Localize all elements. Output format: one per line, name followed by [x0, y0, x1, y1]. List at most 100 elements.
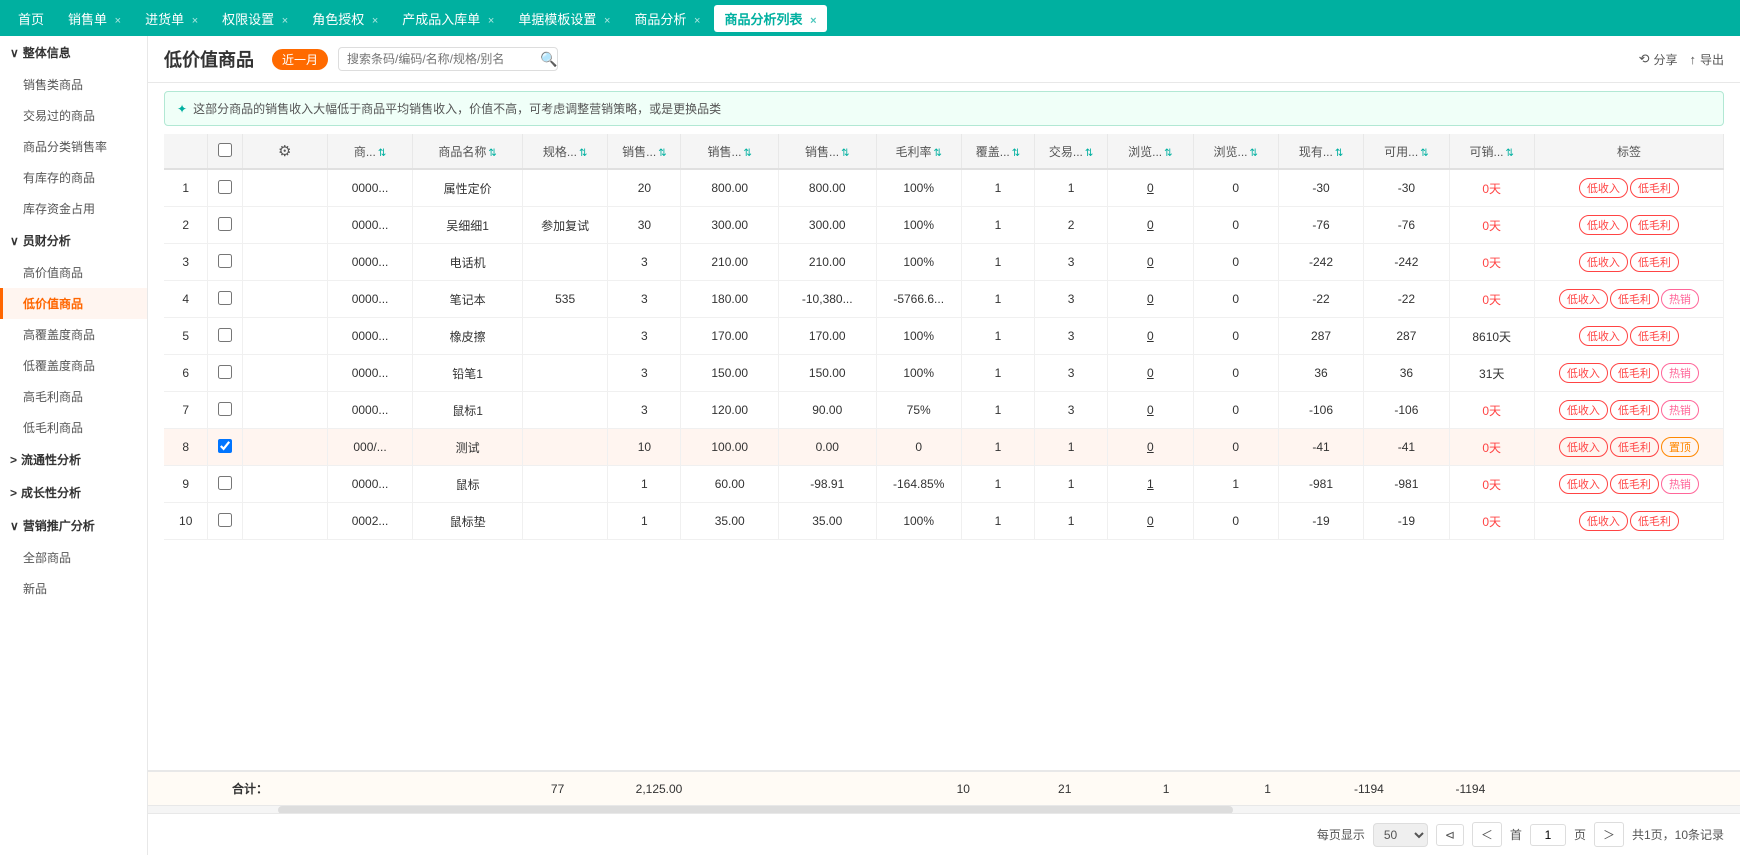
sidebar-item-traded-goods[interactable]: 交易过的商品 — [0, 100, 147, 131]
arrow-icon: > — [10, 453, 17, 467]
row-check[interactable] — [208, 429, 242, 466]
share-button[interactable]: ⟲ 分享 — [1639, 51, 1678, 68]
row-empty — [242, 429, 327, 466]
settings-icon[interactable]: ⚙ — [278, 143, 291, 160]
row-check[interactable] — [208, 392, 242, 429]
row-name: 测试 — [413, 429, 523, 466]
sidebar-group-finance[interactable]: ∨ 员财分析 — [0, 224, 147, 257]
first-page-button[interactable]: ⊲ — [1436, 824, 1464, 846]
next-page-button[interactable]: ＞ — [1594, 822, 1624, 847]
sidebar-item-sales-goods[interactable]: 销售类商品 — [0, 69, 147, 100]
row-check[interactable] — [208, 281, 242, 318]
row-browse1[interactable]: 0 — [1108, 392, 1193, 429]
row-sale-cost: 150.00 — [778, 355, 876, 392]
row-browse1[interactable]: 0 — [1108, 429, 1193, 466]
row-check[interactable] — [208, 244, 242, 281]
row-browse1[interactable]: 1 — [1108, 466, 1193, 503]
filter-tag-button[interactable]: 近一月 — [272, 49, 328, 70]
close-icon[interactable]: × — [694, 15, 700, 27]
sidebar-item-high-coverage[interactable]: 高覆盖度商品 — [0, 319, 147, 350]
row-spec — [522, 503, 607, 540]
select-all-checkbox[interactable] — [218, 143, 232, 157]
row-browse1[interactable]: 0 — [1108, 207, 1193, 244]
sidebar-item-category-sales[interactable]: 商品分类销售率 — [0, 131, 147, 162]
row-browse1[interactable]: 0 — [1108, 281, 1193, 318]
row-browse1[interactable]: 0 — [1108, 355, 1193, 392]
sidebar-item-stock-funds[interactable]: 库存资金占用 — [0, 193, 147, 224]
sidebar-item-high-margin[interactable]: 高毛利商品 — [0, 381, 147, 412]
sidebar-item-low-value[interactable]: 低价值商品 — [0, 288, 147, 319]
nav-sales[interactable]: 销售单 × — [58, 5, 131, 32]
nav-analysis-list[interactable]: 商品分析列表 × — [714, 5, 826, 32]
browse-link[interactable]: 0 — [1147, 218, 1154, 232]
sidebar-item-high-value[interactable]: 高价值商品 — [0, 257, 147, 288]
row-check[interactable] — [208, 466, 242, 503]
browse-link[interactable]: 0 — [1147, 514, 1154, 528]
row-check[interactable] — [208, 207, 242, 244]
sidebar-item-low-margin[interactable]: 低毛利商品 — [0, 412, 147, 443]
close-icon[interactable]: × — [810, 15, 816, 27]
row-stock: -76 — [1278, 207, 1363, 244]
close-icon[interactable]: × — [192, 15, 198, 27]
browse-link[interactable]: 0 — [1147, 366, 1154, 380]
row-sale-qty: 3 — [608, 281, 681, 318]
nav-purchase[interactable]: 进货单 × — [135, 5, 208, 32]
nav-product-in[interactable]: 产成品入库单 × — [392, 5, 504, 32]
row-check[interactable] — [208, 169, 242, 207]
nav-permission[interactable]: 权限设置 × — [212, 5, 298, 32]
row-spec — [522, 318, 607, 355]
sidebar-item-all-goods[interactable]: 全部商品 — [0, 542, 147, 573]
arrow-icon: > — [10, 486, 17, 500]
sidebar-group-marketing[interactable]: ∨ 营销推广分析 — [0, 509, 147, 542]
search-icon[interactable]: 🔍 — [540, 51, 557, 68]
page-input[interactable] — [1530, 824, 1566, 846]
row-name: 鼠标垫 — [413, 503, 523, 540]
browse-link[interactable]: 0 — [1147, 181, 1154, 195]
page-suffix: 页 — [1574, 826, 1586, 843]
row-check[interactable] — [208, 355, 242, 392]
row-browse1[interactable]: 0 — [1108, 503, 1193, 540]
sidebar-group-circulation[interactable]: > 流通性分析 — [0, 443, 147, 476]
total-info: 共1页，10条记录 — [1632, 826, 1724, 843]
close-icon[interactable]: × — [282, 15, 288, 27]
close-icon[interactable]: × — [604, 15, 610, 27]
nav-analysis[interactable]: 商品分析 × — [624, 5, 710, 32]
sidebar-group-growth[interactable]: > 成长性分析 — [0, 476, 147, 509]
browse-link[interactable]: 0 — [1147, 440, 1154, 454]
browse-link[interactable]: 0 — [1147, 329, 1154, 343]
sidebar-item-new-goods[interactable]: 新品 — [0, 573, 147, 604]
arrow-icon: ∨ — [10, 519, 19, 533]
close-icon[interactable]: × — [372, 15, 378, 27]
info-tip: ✦ 这部分商品的销售收入大幅低于商品平均销售收入，价值不高，可考虑调整营销策略，… — [164, 91, 1724, 126]
close-icon[interactable]: × — [115, 15, 121, 27]
row-cover: 1 — [961, 392, 1034, 429]
row-num: 1 — [164, 169, 208, 207]
close-icon[interactable]: × — [488, 15, 494, 27]
row-browse1[interactable]: 0 — [1108, 169, 1193, 207]
browse-link[interactable]: 0 — [1147, 255, 1154, 269]
row-browse1[interactable]: 0 — [1108, 318, 1193, 355]
row-browse2: 1 — [1193, 466, 1278, 503]
sidebar-item-stock-goods[interactable]: 有库存的商品 — [0, 162, 147, 193]
export-button[interactable]: ↑ 导出 — [1689, 51, 1724, 68]
row-gross-rate: -164.85% — [876, 466, 961, 503]
arrow-icon: ∨ — [10, 234, 19, 248]
search-input[interactable] — [338, 47, 558, 71]
sidebar: ∨ 整体信息 销售类商品 交易过的商品 商品分类销售率 有库存的商品 库存资金占… — [0, 36, 148, 855]
nav-home[interactable]: 首页 — [8, 5, 54, 32]
table-container[interactable]: ⚙ 商...⇅ 商品名称⇅ 规格...⇅ 销售...⇅ 销售...⇅ 销售...… — [148, 134, 1740, 770]
th-num — [164, 134, 208, 169]
prev-page-button[interactable]: ＜ — [1472, 822, 1502, 847]
row-cover: 1 — [961, 466, 1034, 503]
browse-link[interactable]: 0 — [1147, 403, 1154, 417]
nav-template[interactable]: 单据模板设置 × — [508, 5, 620, 32]
browse-link[interactable]: 0 — [1147, 292, 1154, 306]
browse-link[interactable]: 1 — [1147, 477, 1154, 491]
nav-role[interactable]: 角色授权 × — [302, 5, 388, 32]
sidebar-item-low-coverage[interactable]: 低覆盖度商品 — [0, 350, 147, 381]
row-browse1[interactable]: 0 — [1108, 244, 1193, 281]
page-size-select[interactable]: 50 100 200 — [1373, 823, 1428, 847]
row-check[interactable] — [208, 318, 242, 355]
row-check[interactable] — [208, 503, 242, 540]
sidebar-group-overall[interactable]: ∨ 整体信息 — [0, 36, 147, 69]
